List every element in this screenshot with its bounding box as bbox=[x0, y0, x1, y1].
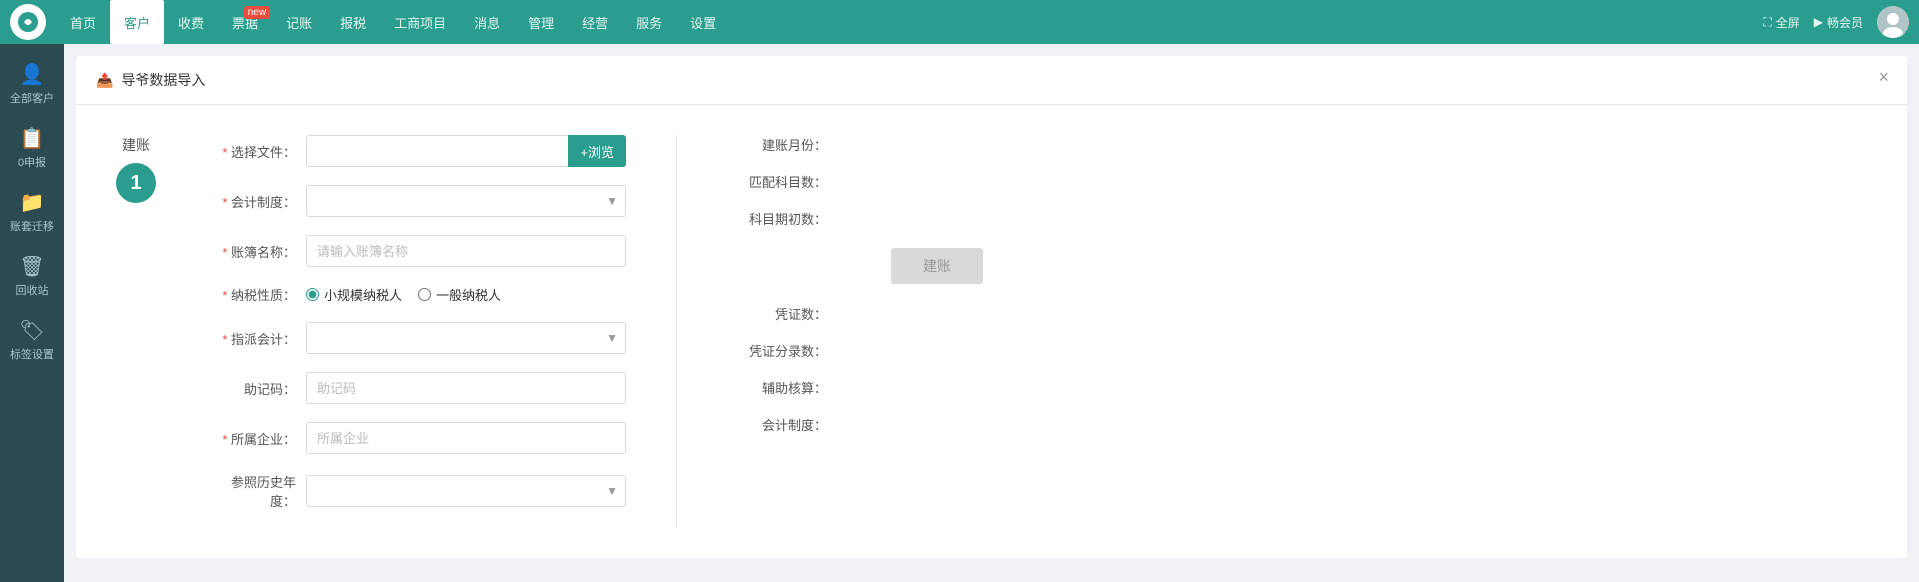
step-label: 建账 bbox=[122, 135, 150, 155]
accountant-label: 指派会计： bbox=[206, 329, 296, 348]
sidebar-item-tags[interactable]: 🏷 标签设置 bbox=[0, 308, 64, 372]
aux-accounting-row: 辅助核算： bbox=[727, 378, 1147, 397]
general-taxpayer-radio-input[interactable] bbox=[418, 288, 431, 301]
layout: 👤 全部客户 📋 0申报 📁 账套迁移 🗑 回收站 🏷 标签设置 📤 导爷数据导… bbox=[0, 44, 1919, 582]
build-account-button[interactable]: 建账 bbox=[891, 248, 983, 284]
accounting-system-label: 会计制度： bbox=[206, 192, 296, 211]
accountant-select[interactable] bbox=[306, 322, 626, 354]
accounting-system-row: 会计制度： ▼ bbox=[206, 185, 626, 217]
form-left: 选择文件： +浏览 会计制度： ▼ bbox=[206, 135, 626, 528]
tags-icon: 🏷 bbox=[19, 318, 44, 343]
aux-accounting-label: 辅助核算： bbox=[727, 378, 827, 397]
ledger-name-input[interactable] bbox=[306, 235, 626, 267]
tax-type-row: 纳税性质： 小规模纳税人 一般纳税人 bbox=[206, 285, 626, 304]
card-title: 导爷数据导入 bbox=[121, 70, 205, 90]
form-right: 建账月份： 匹配科目数： 科目期初数： 建账 bbox=[727, 135, 1147, 528]
card: 📤 导爷数据导入 × 建账 1 选择文件： bbox=[76, 56, 1907, 558]
vip-button[interactable]: ▶ 畅会员 bbox=[1814, 14, 1863, 31]
accounting-system-select[interactable] bbox=[306, 185, 626, 217]
nav-item-fees[interactable]: 收费 bbox=[164, 0, 218, 44]
nav-right: ⛶ 全屏 ▶ 畅会员 bbox=[1763, 6, 1909, 38]
history-label: 参照历史年度： bbox=[206, 472, 296, 510]
top-nav: 首页 客户 收费 票据 new 记账 报税 工商项目 消息 管理 经营 服务 设… bbox=[0, 0, 1919, 44]
close-button[interactable]: × bbox=[1878, 68, 1889, 86]
voucher-records-row: 凭证分录数： bbox=[727, 341, 1147, 360]
history-row: 参照历史年度： ▼ bbox=[206, 472, 626, 510]
build-month-label: 建账月份： bbox=[727, 135, 827, 154]
vouchers-row: 凭证数： bbox=[727, 304, 1147, 323]
match-subjects-row: 匹配科目数： bbox=[727, 172, 1147, 191]
initial-subjects-label: 科目期初数： bbox=[727, 209, 827, 228]
fullscreen-button[interactable]: ⛶ 全屏 bbox=[1763, 14, 1799, 31]
company-label: 所属企业： bbox=[206, 429, 296, 448]
file-label: 选择文件： bbox=[206, 142, 296, 161]
nav-item-services[interactable]: 服务 bbox=[622, 0, 676, 44]
memo-label: 助记码： bbox=[206, 379, 296, 398]
main-content: 📤 导爷数据导入 × 建账 1 选择文件： bbox=[64, 44, 1919, 582]
file-row: 选择文件： +浏览 bbox=[206, 135, 626, 167]
card-header: 📤 导爷数据导入 bbox=[76, 56, 1907, 105]
step-circle: 1 bbox=[116, 163, 156, 203]
sidebar-item-report[interactable]: 📋 0申报 bbox=[0, 116, 64, 180]
new-badge: new bbox=[244, 6, 270, 19]
build-month-row: 建账月份： bbox=[727, 135, 1147, 154]
nav-item-operations[interactable]: 经营 bbox=[568, 0, 622, 44]
history-wrapper: ▼ bbox=[306, 475, 626, 507]
vertical-divider bbox=[676, 135, 677, 528]
file-input-row: +浏览 bbox=[306, 135, 626, 167]
accountant-row: 指派会计： ▼ bbox=[206, 322, 626, 354]
history-select[interactable] bbox=[306, 475, 626, 507]
nav-item-invoices[interactable]: 票据 new bbox=[218, 0, 272, 44]
nav-item-home[interactable]: 首页 bbox=[56, 0, 110, 44]
logo[interactable] bbox=[10, 4, 46, 40]
nav-item-clients[interactable]: 客户 bbox=[110, 0, 164, 44]
nav-item-bookkeeping[interactable]: 记账 bbox=[272, 0, 326, 44]
small-taxpayer-radio[interactable]: 小规模纳税人 bbox=[306, 285, 402, 304]
form-area: 建账 1 选择文件： +浏览 会计制度： bbox=[76, 105, 1907, 558]
trash-icon: 🗑 bbox=[19, 254, 44, 279]
fullscreen-icon: ⛶ bbox=[1763, 15, 1771, 30]
sidebar-item-all-clients[interactable]: 👤 全部客户 bbox=[0, 52, 64, 116]
accountant-wrapper: ▼ bbox=[306, 322, 626, 354]
nav-item-business[interactable]: 工商项目 bbox=[380, 0, 460, 44]
sidebar: 👤 全部客户 📋 0申报 📁 账套迁移 🗑 回收站 🏷 标签设置 bbox=[0, 44, 64, 582]
browse-button[interactable]: +浏览 bbox=[568, 135, 626, 167]
nav-item-messages[interactable]: 消息 bbox=[460, 0, 514, 44]
vip-icon: ▶ bbox=[1814, 15, 1823, 29]
right-accounting-system-label: 会计制度： bbox=[727, 415, 827, 434]
memo-input[interactable] bbox=[306, 372, 626, 404]
memo-row: 助记码： bbox=[206, 372, 626, 404]
avatar[interactable] bbox=[1877, 6, 1909, 38]
vouchers-label: 凭证数： bbox=[727, 304, 827, 323]
tax-type-radio-group: 小规模纳税人 一般纳税人 bbox=[306, 285, 626, 304]
right-accounting-system-row: 会计制度： bbox=[727, 415, 1147, 434]
nav-items: 首页 客户 收费 票据 new 记账 报税 工商项目 消息 管理 经营 服务 设… bbox=[56, 0, 1763, 44]
company-row: 所属企业： bbox=[206, 422, 626, 454]
nav-item-management[interactable]: 管理 bbox=[514, 0, 568, 44]
all-clients-icon: 👤 bbox=[20, 62, 45, 87]
card-header-icon: 📤 bbox=[96, 72, 113, 89]
company-input[interactable] bbox=[306, 422, 626, 454]
tax-type-label: 纳税性质： bbox=[206, 285, 296, 304]
ledger-name-row: 账簿名称： bbox=[206, 235, 626, 267]
report-icon: 📋 bbox=[20, 126, 45, 151]
small-taxpayer-radio-input[interactable] bbox=[306, 288, 319, 301]
step-indicator: 建账 1 bbox=[116, 135, 156, 528]
migrate-icon: 📁 bbox=[20, 190, 45, 215]
nav-item-settings[interactable]: 设置 bbox=[676, 0, 730, 44]
nav-item-tax[interactable]: 报税 bbox=[326, 0, 380, 44]
match-subjects-label: 匹配科目数： bbox=[727, 172, 827, 191]
sidebar-item-trash[interactable]: 🗑 回收站 bbox=[0, 244, 64, 308]
general-taxpayer-radio[interactable]: 一般纳税人 bbox=[418, 285, 501, 304]
initial-subjects-row: 科目期初数： bbox=[727, 209, 1147, 228]
ledger-name-label: 账簿名称： bbox=[206, 242, 296, 261]
voucher-records-label: 凭证分录数： bbox=[727, 341, 827, 360]
file-input[interactable] bbox=[306, 135, 568, 167]
sidebar-item-migrate[interactable]: 📁 账套迁移 bbox=[0, 180, 64, 244]
accounting-system-wrapper: ▼ bbox=[306, 185, 626, 217]
